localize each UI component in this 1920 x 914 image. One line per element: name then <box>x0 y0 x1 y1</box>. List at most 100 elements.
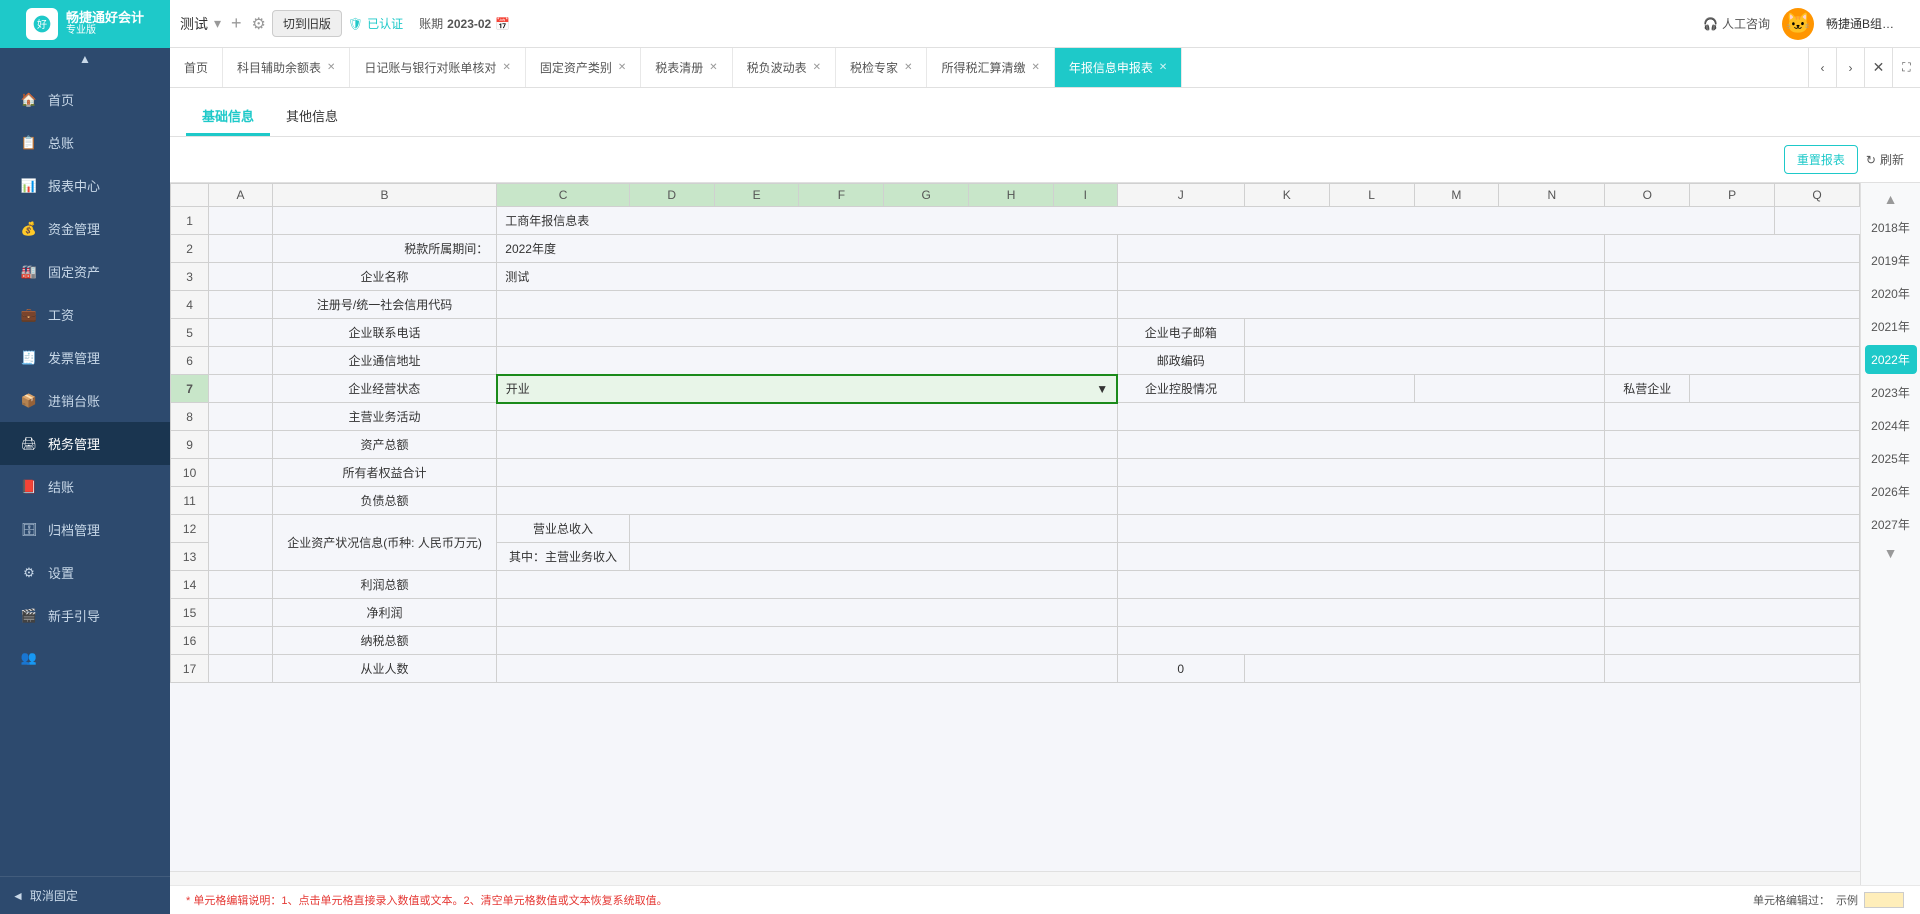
cell-5a[interactable] <box>209 319 273 347</box>
h-scroll[interactable] <box>170 871 1860 885</box>
col-o[interactable]: O <box>1605 184 1690 207</box>
cell-7a[interactable] <box>209 375 273 403</box>
year-item-2026[interactable]: 2026年 <box>1865 477 1917 506</box>
tab-journal[interactable]: 日记账与银行对账单核对 ✕ <box>350 48 525 88</box>
calendar-icon[interactable]: 📅 <box>495 17 510 31</box>
cell-6a[interactable] <box>209 347 273 375</box>
sidebar-item-ledger[interactable]: 📋 总账 <box>0 121 170 164</box>
cell-8a[interactable] <box>209 403 273 431</box>
consult-btn[interactable]: 🎧 人工咨询 <box>1703 15 1770 32</box>
sidebar-item-settings[interactable]: ⚙ 设置 <box>0 551 170 594</box>
col-k[interactable]: K <box>1244 184 1329 207</box>
tab-asset-type[interactable]: 固定资产类别 ✕ <box>526 48 641 88</box>
tab-close-incometax[interactable]: ✕ <box>1031 62 1039 73</box>
tab-close-taxreturn[interactable]: ✕ <box>709 62 717 73</box>
switch-old-btn[interactable]: 切到旧版 <box>272 10 342 37</box>
tab-close-taxexpert[interactable]: ✕ <box>904 62 912 73</box>
tab-close-journal[interactable]: ✕ <box>502 62 510 73</box>
tab-close-aux[interactable]: ✕ <box>327 62 335 73</box>
col-g[interactable]: G <box>884 184 969 207</box>
tab-close-asset[interactable]: ✕ <box>618 62 626 73</box>
tab-aux-balance[interactable]: 科目辅助余额表 ✕ <box>223 48 350 88</box>
year-item-2022[interactable]: 2022年 <box>1865 345 1917 374</box>
sidebar-item-extra[interactable]: 👥 <box>0 637 170 679</box>
cell-8c[interactable] <box>497 403 1117 431</box>
tab-close-taxburden[interactable]: ✕ <box>813 62 821 73</box>
cell-15a[interactable] <box>209 599 273 627</box>
cell-7k[interactable] <box>1244 375 1414 403</box>
tab-next-btn[interactable]: › <box>1836 48 1864 88</box>
year-item-2024[interactable]: 2024年 <box>1865 411 1917 440</box>
cell-11c[interactable] <box>497 487 1117 515</box>
tab-prev-btn[interactable]: ‹ <box>1808 48 1836 88</box>
col-q[interactable]: Q <box>1775 184 1860 207</box>
sidebar-item-tax[interactable]: 🖨 税务管理 <box>0 422 170 465</box>
cell-12d[interactable] <box>629 515 1117 543</box>
sidebar-item-guide[interactable]: 🎬 新手引导 <box>0 594 170 637</box>
col-d[interactable]: D <box>629 184 714 207</box>
cell-10c[interactable] <box>497 459 1117 487</box>
col-b[interactable]: B <box>272 184 496 207</box>
year-item-2025[interactable]: 2025年 <box>1865 444 1917 473</box>
reset-report-btn[interactable]: 重置报表 <box>1784 145 1858 174</box>
refresh-btn[interactable]: ↻ 刷新 <box>1866 151 1904 168</box>
cell-14c[interactable] <box>497 571 1117 599</box>
cell-9a[interactable] <box>209 431 273 459</box>
col-i[interactable]: I <box>1053 184 1117 207</box>
col-c[interactable]: C <box>497 184 630 207</box>
cell-6c[interactable] <box>497 347 1117 375</box>
tab-annual-report[interactable]: 年报信息申报表 ✕ <box>1055 48 1182 88</box>
cell-2a[interactable] <box>209 235 273 263</box>
tab-home[interactable]: 首页 <box>170 48 223 88</box>
cell-15c[interactable] <box>497 599 1117 627</box>
pin-btn[interactable]: ◄ 取消固定 <box>12 887 158 904</box>
sidebar-item-close[interactable]: 📕 结账 <box>0 465 170 508</box>
sidebar-item-asset[interactable]: 🏭 固定资产 <box>0 250 170 293</box>
cell-11a[interactable] <box>209 487 273 515</box>
sidebar-item-invoice[interactable]: 🧾 发票管理 <box>0 336 170 379</box>
year-item-2023[interactable]: 2023年 <box>1865 378 1917 407</box>
year-item-2021[interactable]: 2021年 <box>1865 312 1917 341</box>
tab-close-all-btn[interactable]: ✕ <box>1864 48 1892 88</box>
cell-2c[interactable]: 2022年度 <box>497 235 1117 263</box>
cell-6k[interactable] <box>1244 347 1605 375</box>
year-item-2018[interactable]: 2018年 <box>1865 213 1917 242</box>
sidebar-item-salary[interactable]: 💼 工资 <box>0 293 170 336</box>
cell-10a[interactable] <box>209 459 273 487</box>
cell-13d[interactable] <box>629 543 1117 571</box>
add-tab-btn[interactable]: + <box>227 13 246 34</box>
sidebar-item-purchase[interactable]: 📦 进销台账 <box>0 379 170 422</box>
tab-close-annual[interactable]: ✕ <box>1159 62 1167 73</box>
year-item-2019[interactable]: 2019年 <box>1865 246 1917 275</box>
year-item-2027[interactable]: 2027年 <box>1865 510 1917 539</box>
cell-1c-title[interactable]: 工商年报信息表 <box>497 207 1775 235</box>
col-n[interactable]: N <box>1499 184 1605 207</box>
cell-5c[interactable] <box>497 319 1117 347</box>
cell-1a[interactable] <box>209 207 273 235</box>
year-nav-down[interactable]: ▼ <box>1865 541 1917 565</box>
cell-16a[interactable] <box>209 627 273 655</box>
col-p[interactable]: P <box>1690 184 1775 207</box>
cell-14a[interactable] <box>209 571 273 599</box>
cell-9c[interactable] <box>497 431 1117 459</box>
cell-4a[interactable] <box>209 291 273 319</box>
sidebar-item-report[interactable]: 📊 报表中心 <box>0 164 170 207</box>
cell-3a[interactable] <box>209 263 273 291</box>
dropdown-arrow-icon[interactable]: ▾ <box>214 15 221 32</box>
col-j[interactable]: J <box>1117 184 1244 207</box>
col-h[interactable]: H <box>969 184 1054 207</box>
col-l[interactable]: L <box>1329 184 1414 207</box>
tab-tax-expert[interactable]: 税检专家 ✕ <box>836 48 927 88</box>
cell-5k[interactable] <box>1244 319 1605 347</box>
col-a[interactable]: A <box>209 184 273 207</box>
col-f[interactable]: F <box>799 184 884 207</box>
sub-tab-basic[interactable]: 基础信息 <box>186 98 270 136</box>
sub-tab-other[interactable]: 其他信息 <box>270 98 354 136</box>
cell-4c[interactable] <box>497 291 1117 319</box>
cell-16c[interactable] <box>497 627 1117 655</box>
tab-maximize-btn[interactable]: ⛶ <box>1892 48 1920 88</box>
sidebar-scroll-up[interactable]: ▲ <box>0 48 170 70</box>
col-m[interactable]: M <box>1414 184 1499 207</box>
sidebar-item-archive[interactable]: 🗄 归档管理 <box>0 508 170 551</box>
tab-tax-burden[interactable]: 税负波动表 ✕ <box>733 48 836 88</box>
